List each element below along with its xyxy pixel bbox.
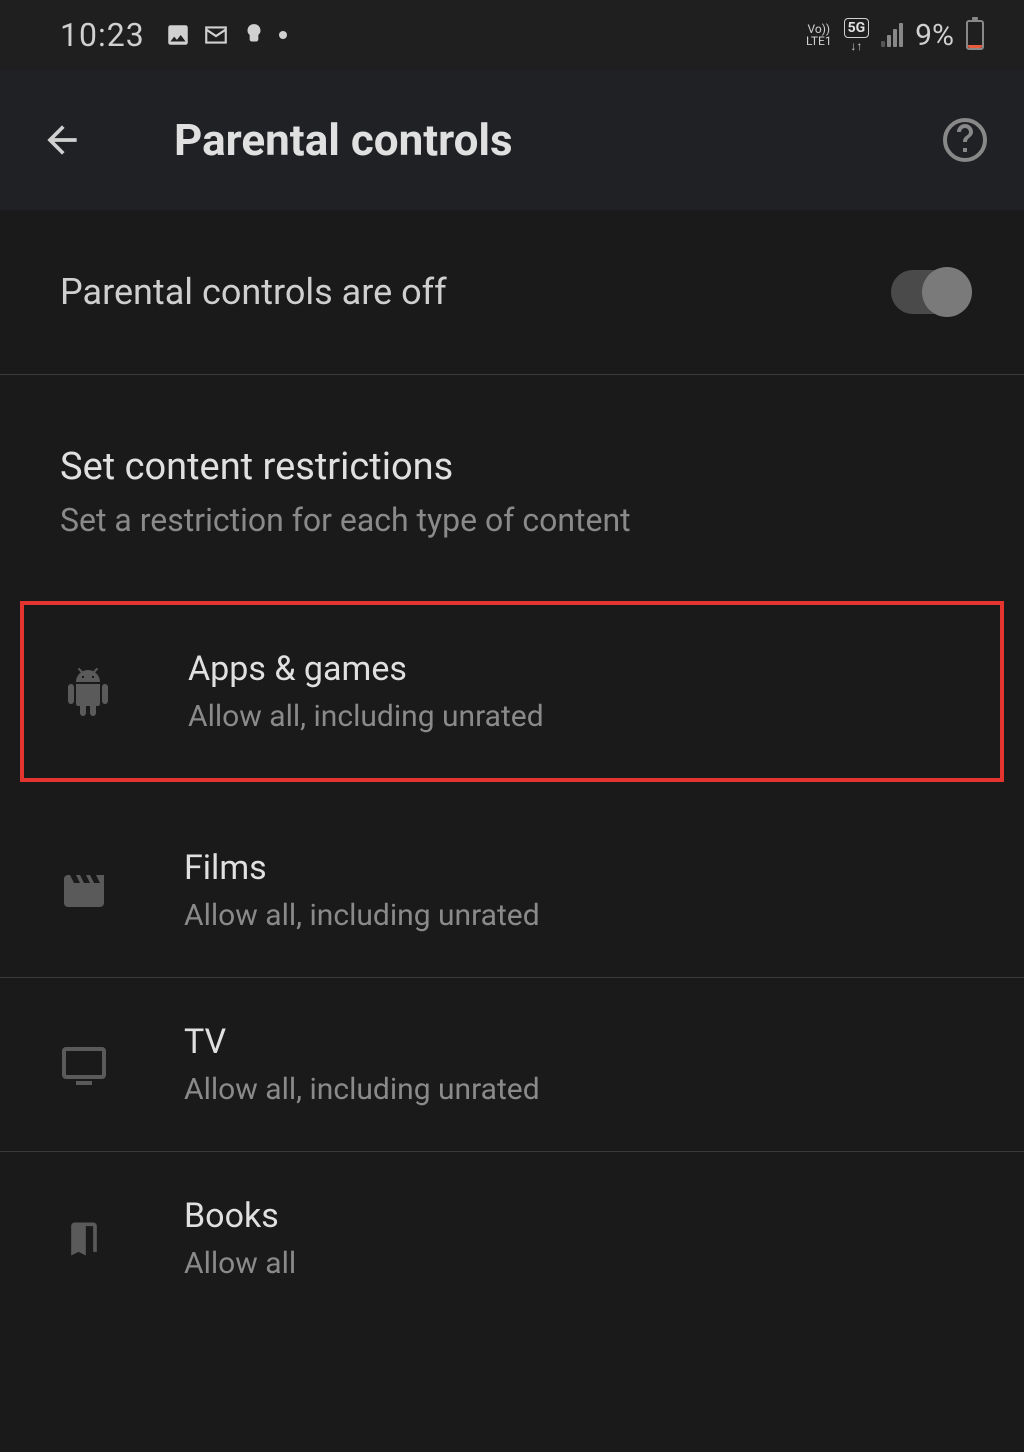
status-left: 10:23 [60, 16, 287, 54]
status-time: 10:23 [60, 16, 145, 54]
signal-icon [881, 23, 903, 47]
content: Parental controls are off Set content re… [0, 210, 1024, 1325]
item-subtitle: Allow all [184, 1246, 964, 1281]
fiveg-badge: 5G [844, 18, 870, 38]
battery-percent: 9% [915, 18, 954, 53]
battery-icon [966, 20, 984, 50]
tv-icon [60, 1041, 108, 1089]
back-arrow-icon[interactable] [40, 118, 84, 162]
item-subtitle: Allow all, including unrated [184, 898, 964, 933]
app-header: Parental controls [0, 70, 1024, 210]
help-icon[interactable] [941, 116, 989, 164]
restriction-item-films[interactable]: Films Allow all, including unrated [0, 804, 1024, 978]
parental-controls-toggle-row[interactable]: Parental controls are off [0, 210, 1024, 375]
list-text: Apps & games Allow all, including unrate… [188, 649, 960, 734]
fiveg-indicator: 5G ↓↑ [844, 18, 870, 52]
restriction-item-tv[interactable]: TV Allow all, including unrated [0, 978, 1024, 1152]
section-subtitle: Set a restriction for each type of conte… [60, 501, 964, 539]
status-right: Vo)) LTE1 5G ↓↑ 9% [806, 18, 984, 53]
android-icon [64, 668, 112, 716]
status-notification-icons [165, 22, 287, 48]
item-title: TV [184, 1022, 964, 1062]
page-title: Parental controls [174, 114, 941, 166]
restriction-item-apps-games[interactable]: Apps & games Allow all, including unrate… [20, 601, 1004, 782]
item-title: Apps & games [188, 649, 960, 689]
item-subtitle: Allow all, including unrated [184, 1072, 964, 1107]
book-icon [60, 1215, 108, 1263]
status-bar: 10:23 Vo)) LTE1 5G ↓↑ 9% [0, 0, 1024, 70]
list-text: Books Allow all [184, 1196, 964, 1281]
list-text: Films Allow all, including unrated [184, 848, 964, 933]
data-arrows: ↓↑ [850, 40, 862, 52]
network-indicator: Vo)) LTE1 [806, 23, 832, 47]
film-icon [60, 867, 108, 915]
item-title: Books [184, 1196, 964, 1236]
list-text: TV Allow all, including unrated [184, 1022, 964, 1107]
more-notifications-dot [279, 31, 287, 39]
lte-label: LTE1 [806, 35, 832, 47]
image-icon [165, 22, 191, 48]
restriction-item-books[interactable]: Books Allow all [0, 1152, 1024, 1325]
gmail-icon [203, 22, 229, 48]
toggle-label: Parental controls are off [60, 271, 447, 313]
item-subtitle: Allow all, including unrated [188, 699, 960, 734]
item-title: Films [184, 848, 964, 888]
section-header: Set content restrictions Set a restricti… [0, 375, 1024, 579]
app-icon [241, 22, 267, 48]
section-title: Set content restrictions [60, 445, 964, 489]
parental-controls-switch[interactable] [891, 270, 969, 314]
